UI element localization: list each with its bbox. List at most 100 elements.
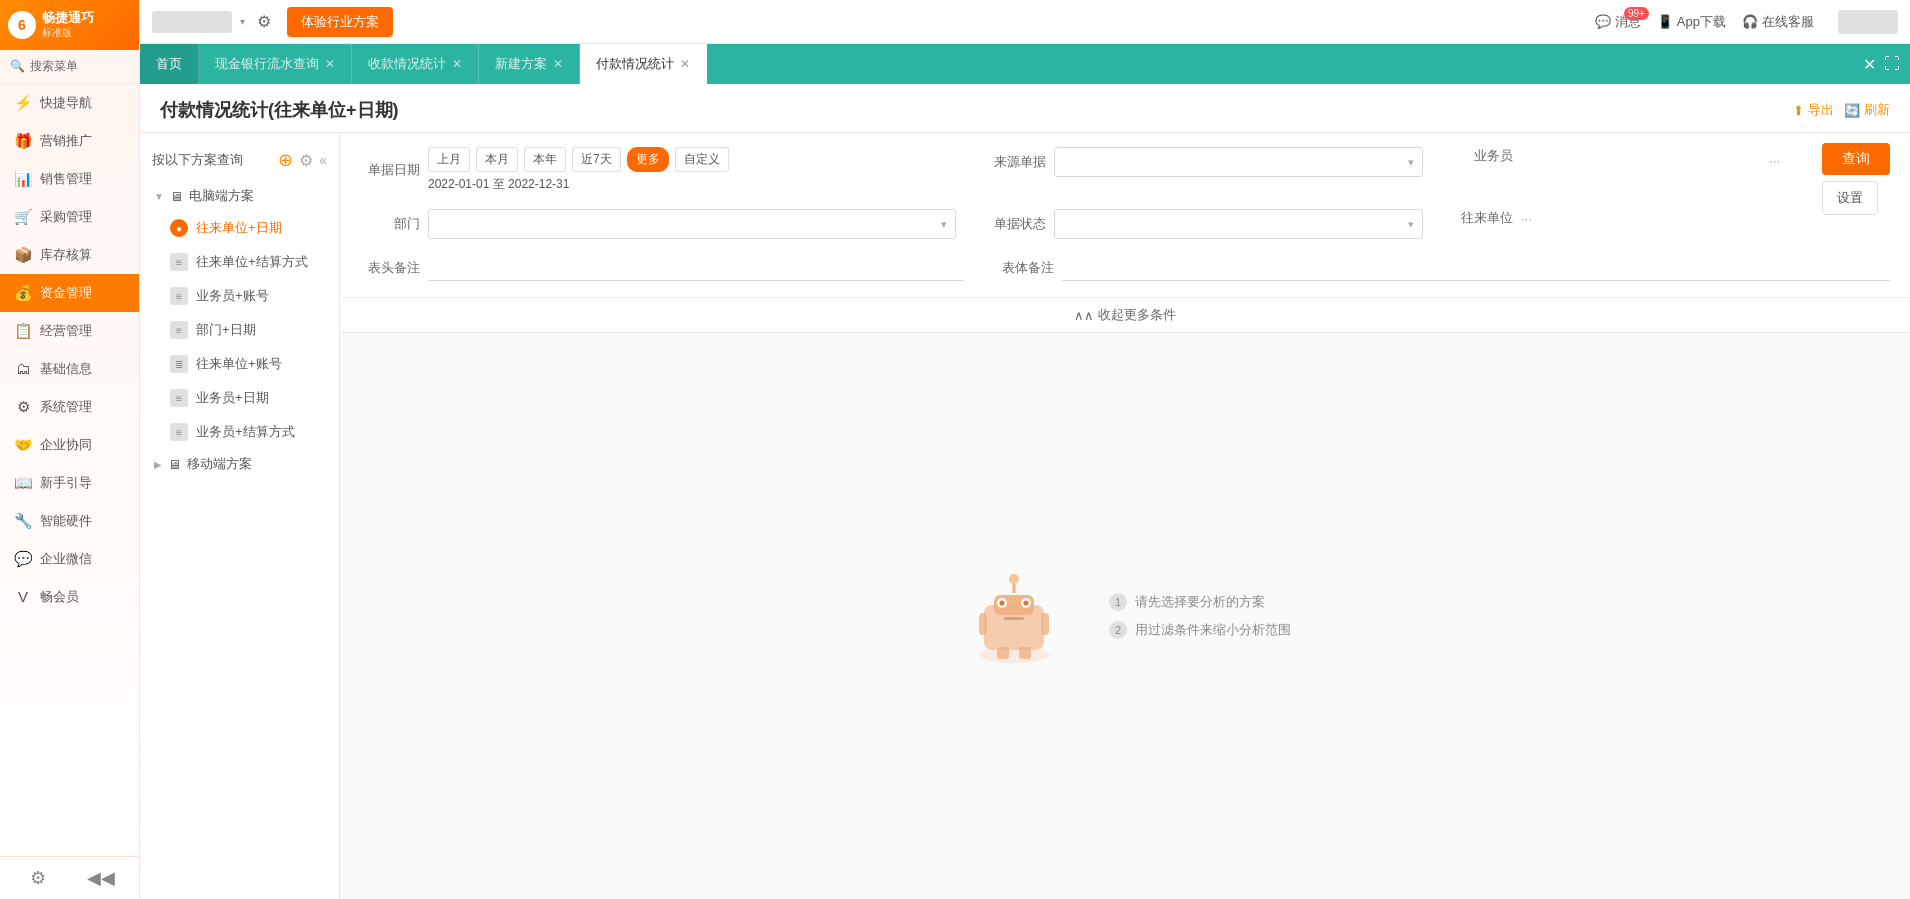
source-select-arrow: ▾ (1408, 156, 1414, 169)
online-service-action[interactable]: 🎧 在线客服 (1742, 13, 1814, 31)
topbar-actions: 💬 消息 99+ 📱 App下载 🎧 在线客服 (1595, 10, 1898, 34)
scheme-item-unit-settle[interactable]: ≡往来单位+结算方式 (140, 245, 339, 279)
scheme-item-icon-unit-account: ≣ (170, 355, 188, 373)
export-btn[interactable]: ⬆ 导出 (1793, 101, 1834, 119)
scheme-item-staff-date[interactable]: ≡业务员+日期 (140, 381, 339, 415)
app-name: 畅捷通巧 (42, 10, 94, 26)
settings-footer-btn[interactable]: ⚙ (10, 867, 66, 889)
filter-area: 单据日期 上月本月本年近7天更多自定义 2022-01-01 至 2022-12… (340, 133, 1910, 333)
group-icon-mobile: 🖥 (168, 457, 181, 472)
sidebar-item-system[interactable]: ⚙系统管理 (0, 388, 139, 426)
empty-steps: 1 请先选择要分析的方案 2 用过滤条件来缩小分析范围 (1109, 593, 1291, 639)
collapse-panel-icon[interactable]: « (319, 152, 327, 168)
sidebar-item-basic[interactable]: 🗂基础信息 (0, 350, 139, 388)
scheme-item-unit-account[interactable]: ≣ 往来单位+账号 (140, 347, 339, 381)
message-action[interactable]: 💬 消息 99+ (1595, 13, 1641, 31)
dept-select[interactable]: ▾ (428, 209, 956, 239)
date-btn-更多[interactable]: 更多 (627, 147, 669, 172)
sidebar-item-vip[interactable]: V 畅会员 (0, 578, 139, 616)
collapse-filter-btn[interactable]: ∧∧ 收起更多条件 (340, 297, 1910, 332)
vip-icon: V (14, 588, 32, 606)
svg-point-13 (1009, 574, 1019, 584)
tab-close-receipt-stats[interactable]: ✕ (452, 57, 462, 71)
scheme-item-unit-date[interactable]: ●往来单位+日期 (140, 211, 339, 245)
sidebar-item-cooperation[interactable]: 🤝企业协同 (0, 426, 139, 464)
page-title: 付款情况统计(往来单位+日期) (160, 98, 399, 122)
tab-payment-stats[interactable]: 付款情况统计 ✕ (580, 44, 707, 84)
scheme-item-staff-account[interactable]: ≡业务员+账号 (140, 279, 339, 313)
date-btn-本年[interactable]: 本年 (524, 147, 566, 172)
user-dropdown-arrow[interactable]: ▾ (240, 16, 245, 27)
settings-scheme-icon[interactable]: ⚙ (299, 151, 313, 170)
filter-row-2: 部门 ▾ 单据状态 ▾ (360, 209, 1890, 239)
scheme-group-header-mobile[interactable]: ▶🖥移动端方案 (140, 449, 339, 479)
source-select[interactable]: ▾ (1054, 147, 1423, 177)
tab-close-bank-flow[interactable]: ✕ (325, 57, 335, 71)
app-download-action[interactable]: 📱 App下载 (1657, 13, 1726, 31)
tab-bank-flow[interactable]: 现金银行流水查询✕ (199, 44, 352, 84)
sidebar-item-sales[interactable]: 📊销售管理 (0, 160, 139, 198)
header-note-input[interactable] (428, 255, 964, 281)
scheme-group-header-desktop[interactable]: ▼🖥电脑端方案 (140, 181, 339, 211)
sidebar-item-quick-nav[interactable]: ⚡快捷导航 (0, 84, 139, 122)
tab-receipt-stats[interactable]: 收款情况统计✕ (352, 44, 479, 84)
topbar-user-right[interactable] (1838, 10, 1898, 34)
sidebar-item-inventory[interactable]: 📦库存核算 (0, 236, 139, 274)
date-options-group: 上月本月本年近7天更多自定义 2022-01-01 至 2022-12-31 (428, 147, 729, 193)
quick-nav-icon: ⚡ (14, 94, 32, 112)
scheme-item-label-unit-account: 往来单位+账号 (196, 355, 282, 373)
sidebar-item-finance[interactable]: 💰资金管理 (0, 274, 139, 312)
tab-close-all-icon[interactable]: ✕ (1863, 55, 1876, 74)
date-btn-上月[interactable]: 上月 (428, 147, 470, 172)
settings-gear-icon[interactable]: ⚙ (257, 12, 271, 31)
scheme-item-dept-date[interactable]: ≡部门+日期 (140, 313, 339, 347)
sidebar-item-marketing[interactable]: 🎁营销推广 (0, 122, 139, 160)
dept-label: 部门 (360, 215, 420, 233)
sidebar-item-hardware[interactable]: 🔧智能硬件 (0, 502, 139, 540)
sidebar-item-wechat[interactable]: 💬企业微信 (0, 540, 139, 578)
scheme-item-label-unit-settle: 往来单位+结算方式 (196, 253, 308, 271)
collapse-sidebar-btn[interactable]: ◀◀ (74, 867, 130, 889)
date-label: 单据日期 (360, 161, 420, 179)
group-arrow-desktop: ▼ (154, 191, 164, 202)
query-btn[interactable]: 查询 (1822, 143, 1890, 175)
body-note-input[interactable] (1062, 255, 1890, 281)
date-btn-本月[interactable]: 本月 (476, 147, 518, 172)
topbar-user[interactable] (152, 11, 232, 33)
sidebar-item-label: 销售管理 (40, 170, 92, 188)
date-btn-自定义[interactable]: 自定义 (675, 147, 729, 172)
status-filter-field: 单据状态 ▾ (976, 209, 1423, 239)
sidebar-search[interactable]: 🔍 搜索菜单 (0, 50, 139, 84)
tab-close-new-scheme[interactable]: ✕ (553, 57, 563, 71)
sidebar-item-purchase[interactable]: 🛒采购管理 (0, 198, 139, 236)
status-select[interactable]: ▾ (1054, 209, 1423, 239)
setting-btn[interactable]: 设置 (1822, 181, 1878, 215)
scheme-group-desktop: ▼🖥电脑端方案●往来单位+日期≡往来单位+结算方式≡业务员+账号≡部门+日期 ≣ 往… (140, 181, 339, 449)
collapse-arrow-icon: ∧∧ (1074, 308, 1094, 323)
tab-expand-icon[interactable]: ⛶ (1884, 55, 1900, 73)
group-arrow-mobile: ▶ (154, 459, 162, 470)
basic-icon: 🗂 (14, 360, 32, 378)
refresh-btn[interactable]: 🔄 刷新 (1844, 101, 1890, 119)
dept-select-arrow: ▾ (941, 218, 947, 231)
tab-home[interactable]: 首页 (140, 44, 199, 84)
trial-btn[interactable]: 体验行业方案 (287, 7, 393, 37)
staff-filter-field: 业务员 ··· 查询 设置 (1443, 147, 1890, 165)
date-btn-近7天[interactable]: 近7天 (572, 147, 621, 172)
svg-point-5 (1000, 600, 1005, 605)
tab-new-scheme[interactable]: 新建方案✕ (479, 44, 580, 84)
step1-text: 请先选择要分析的方案 (1135, 593, 1265, 611)
add-scheme-icon[interactable]: ⊕ (278, 149, 293, 171)
source-filter-field: 来源单据 ▾ (976, 147, 1423, 177)
sidebar-item-label: 畅会员 (40, 588, 79, 606)
scheme-panel-header: 按以下方案查询 ⊕ ⚙ « (140, 143, 339, 181)
scheme-item-staff-settle[interactable]: ≡业务员+结算方式 (140, 415, 339, 449)
tab-close-payment-stats[interactable]: ✕ (680, 57, 690, 71)
staff-label: 业务员 (1443, 147, 1513, 165)
scheme-item-label-unit-date: 往来单位+日期 (196, 219, 282, 237)
tab-label-payment-stats: 付款情况统计 (596, 55, 674, 73)
page-header: 付款情况统计(往来单位+日期) ⬆ 导出 🔄 刷新 (140, 84, 1910, 133)
tab-label-home: 首页 (156, 55, 182, 73)
sidebar-item-business[interactable]: 📋经营管理 (0, 312, 139, 350)
sidebar-item-guide[interactable]: 📖新手引导 (0, 464, 139, 502)
